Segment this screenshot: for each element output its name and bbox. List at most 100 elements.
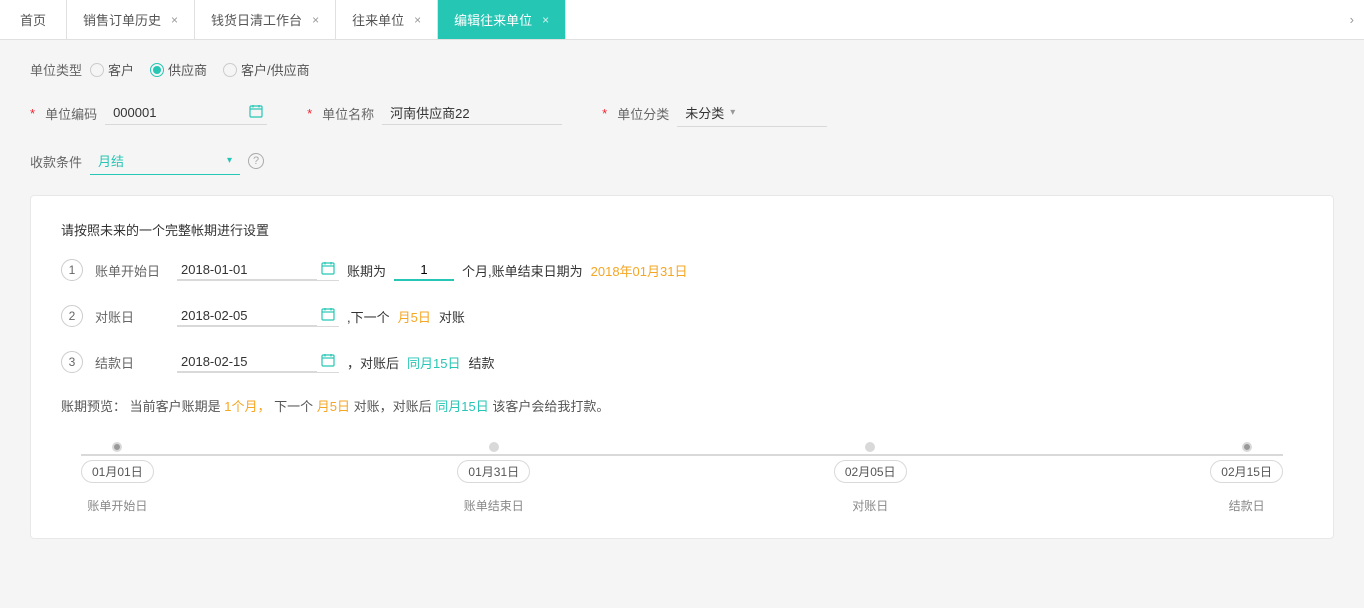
timeline-point-3: 02月15日 结款日 <box>1210 442 1283 514</box>
step-1-row: 1 账单开始日 账期为 个月,账单结束日期为 <box>61 259 1303 281</box>
timeline-dots: 01月01日 账单开始日 01月31日 账单结束日 02月05日 对账日 <box>81 442 1283 514</box>
preview-text2: 下一个 <box>274 399 313 414</box>
radio-supplier-label: 供应商 <box>168 60 207 79</box>
preview-highlight1: 1个月， <box>224 399 270 414</box>
tab-home[interactable]: 首页 <box>0 0 67 39</box>
preview-highlight2: 月5日 <box>317 399 350 414</box>
unit-name-input[interactable] <box>382 101 562 125</box>
radio-both[interactable]: 客户/供应商 <box>223 60 310 79</box>
unit-name-field: * 单位名称 <box>307 101 562 125</box>
timeline-badge-2: 02月05日 <box>834 460 907 483</box>
step-1-highlight-date: 2018年01月31日 <box>591 261 688 280</box>
unit-category-value: 未分类 <box>685 103 724 122</box>
step-1-label: 账单开始日 <box>95 261 165 280</box>
tab-edit-partner-label: 编辑往来单位 <box>454 10 532 29</box>
timeline-point-1: 01月31日 账单结束日 <box>457 442 530 514</box>
step-3-content: ，对账后 同月15日 结款 <box>177 352 495 373</box>
step-2-highlight-day: 月5日 <box>398 307 431 326</box>
timeline-dot-2 <box>865 442 875 452</box>
unit-category-required: * <box>602 106 607 121</box>
tab-edit-partner[interactable]: 编辑往来单位 × <box>438 0 566 39</box>
radio-customer[interactable]: 客户 <box>90 60 134 79</box>
step-1-date-input[interactable] <box>177 260 317 280</box>
step-2-suffix: 对账 <box>439 307 465 326</box>
tab-partners-close[interactable]: × <box>414 13 421 27</box>
radio-supplier[interactable]: 供应商 <box>150 60 207 79</box>
tab-cash-workbench[interactable]: 钱货日清工作台 × <box>195 0 336 39</box>
timeline-label-0: 账单开始日 <box>87 497 147 514</box>
unit-info-row: * 单位编码 * 单位名称 * 单位分类 <box>30 99 1334 127</box>
tab-edit-partner-close[interactable]: × <box>542 13 549 27</box>
step-2-date-input[interactable] <box>177 306 317 326</box>
radio-customer-label: 客户 <box>108 60 134 79</box>
unit-code-required: * <box>30 106 35 121</box>
chevron-right-icon: › <box>1350 12 1354 27</box>
tab-sales-history-close[interactable]: × <box>171 13 178 27</box>
radio-customer-circle <box>90 63 104 77</box>
step-1-month-input[interactable] <box>394 260 454 281</box>
step-1-date-input-wrapper <box>177 260 339 281</box>
payment-terms-chevron-icon: ▾ <box>227 155 232 166</box>
step-2-num: 2 <box>61 305 83 327</box>
unit-category-chevron-icon: ▾ <box>730 107 735 118</box>
step-2-label: 对账日 <box>95 307 165 326</box>
step-3-cal-icon[interactable] <box>317 353 339 370</box>
tab-home-label: 首页 <box>20 10 46 29</box>
payment-terms-help-icon[interactable]: ? <box>248 153 264 169</box>
timeline-badge-1: 01月31日 <box>457 460 530 483</box>
step-3-date-input[interactable] <box>177 352 317 372</box>
timeline-label-2: 对账日 <box>852 497 888 514</box>
tab-sales-history[interactable]: 销售订单历史 × <box>67 0 195 39</box>
payment-terms-field: 收款条件 月结 ▾ ? <box>30 147 264 175</box>
timeline-dot-0 <box>112 442 122 452</box>
step-2-content: ,下一个 月5日 对账 <box>177 306 465 327</box>
step-3-date-input-wrapper <box>177 352 339 373</box>
payment-terms-select[interactable]: 月结 ▾ <box>90 147 240 175</box>
unit-category-select[interactable]: 未分类 ▾ <box>677 99 827 127</box>
timeline-point-0: 01月01日 账单开始日 <box>81 442 154 514</box>
preview-label: 账期预览： <box>61 399 126 414</box>
radio-supplier-circle <box>150 63 164 77</box>
unit-type-row: 单位类型 客户 供应商 客户/供应商 <box>30 60 1334 79</box>
payment-terms-value: 月结 <box>98 151 227 170</box>
timeline-label-3: 结款日 <box>1229 497 1265 514</box>
step-1-num: 1 <box>61 259 83 281</box>
step-1-suffix2: 个月,账单结束日期为 <box>462 261 583 280</box>
step-3-num: 3 <box>61 351 83 373</box>
unit-name-required: * <box>307 106 312 121</box>
tab-cash-workbench-close[interactable]: × <box>312 13 319 27</box>
step-3-suffix: 结款 <box>468 353 494 372</box>
step-3-label: 结款日 <box>95 353 165 372</box>
step-2-row: 2 对账日 ,下一个 月5日 对账 <box>61 305 1303 327</box>
step-1-content: 账期为 个月,账单结束日期为 2018年01月31日 <box>177 260 687 281</box>
unit-category-label: 单位分类 <box>617 104 669 123</box>
timeline-badge-0: 01月01日 <box>81 460 154 483</box>
unit-code-icon[interactable] <box>245 104 267 121</box>
step-2-cal-icon[interactable] <box>317 307 339 324</box>
unit-name-label: 单位名称 <box>322 104 374 123</box>
tab-cash-workbench-label: 钱货日清工作台 <box>211 10 302 29</box>
unit-code-input-wrapper <box>105 101 267 125</box>
preview-text1: 当前客户账期是 <box>130 399 221 414</box>
step-1-cal-icon[interactable] <box>317 261 339 278</box>
unit-category-field: * 单位分类 未分类 ▾ <box>602 99 827 127</box>
tab-partners-label: 往来单位 <box>352 10 404 29</box>
step-2-prefix: ,下一个 <box>347 307 390 326</box>
tab-expand-button[interactable]: › <box>1340 0 1364 39</box>
step-2-date-input-wrapper <box>177 306 339 327</box>
unit-code-label: 单位编码 <box>45 104 97 123</box>
step-3-prefix: ，对账后 <box>347 353 399 372</box>
settings-card: 请按照未来的一个完整帐期进行设置 1 账单开始日 <box>30 195 1334 539</box>
tab-partners[interactable]: 往来单位 × <box>336 0 438 39</box>
preview-text4: 该客户会给我打款。 <box>492 399 609 414</box>
unit-type-radio-group: 客户 供应商 客户/供应商 <box>90 60 310 79</box>
card-title: 请按照未来的一个完整帐期进行设置 <box>61 220 1303 239</box>
unit-code-input[interactable] <box>105 101 245 124</box>
unit-code-field: * 单位编码 <box>30 101 267 125</box>
payment-terms-label: 收款条件 <box>30 152 82 171</box>
timeline-dot-1 <box>489 442 499 452</box>
step-1-suffix1: 账期为 <box>347 261 386 280</box>
timeline-label-1: 账单结束日 <box>464 497 524 514</box>
unit-type-field: 单位类型 客户 供应商 客户/供应商 <box>30 60 310 79</box>
timeline-dot-3 <box>1242 442 1252 452</box>
